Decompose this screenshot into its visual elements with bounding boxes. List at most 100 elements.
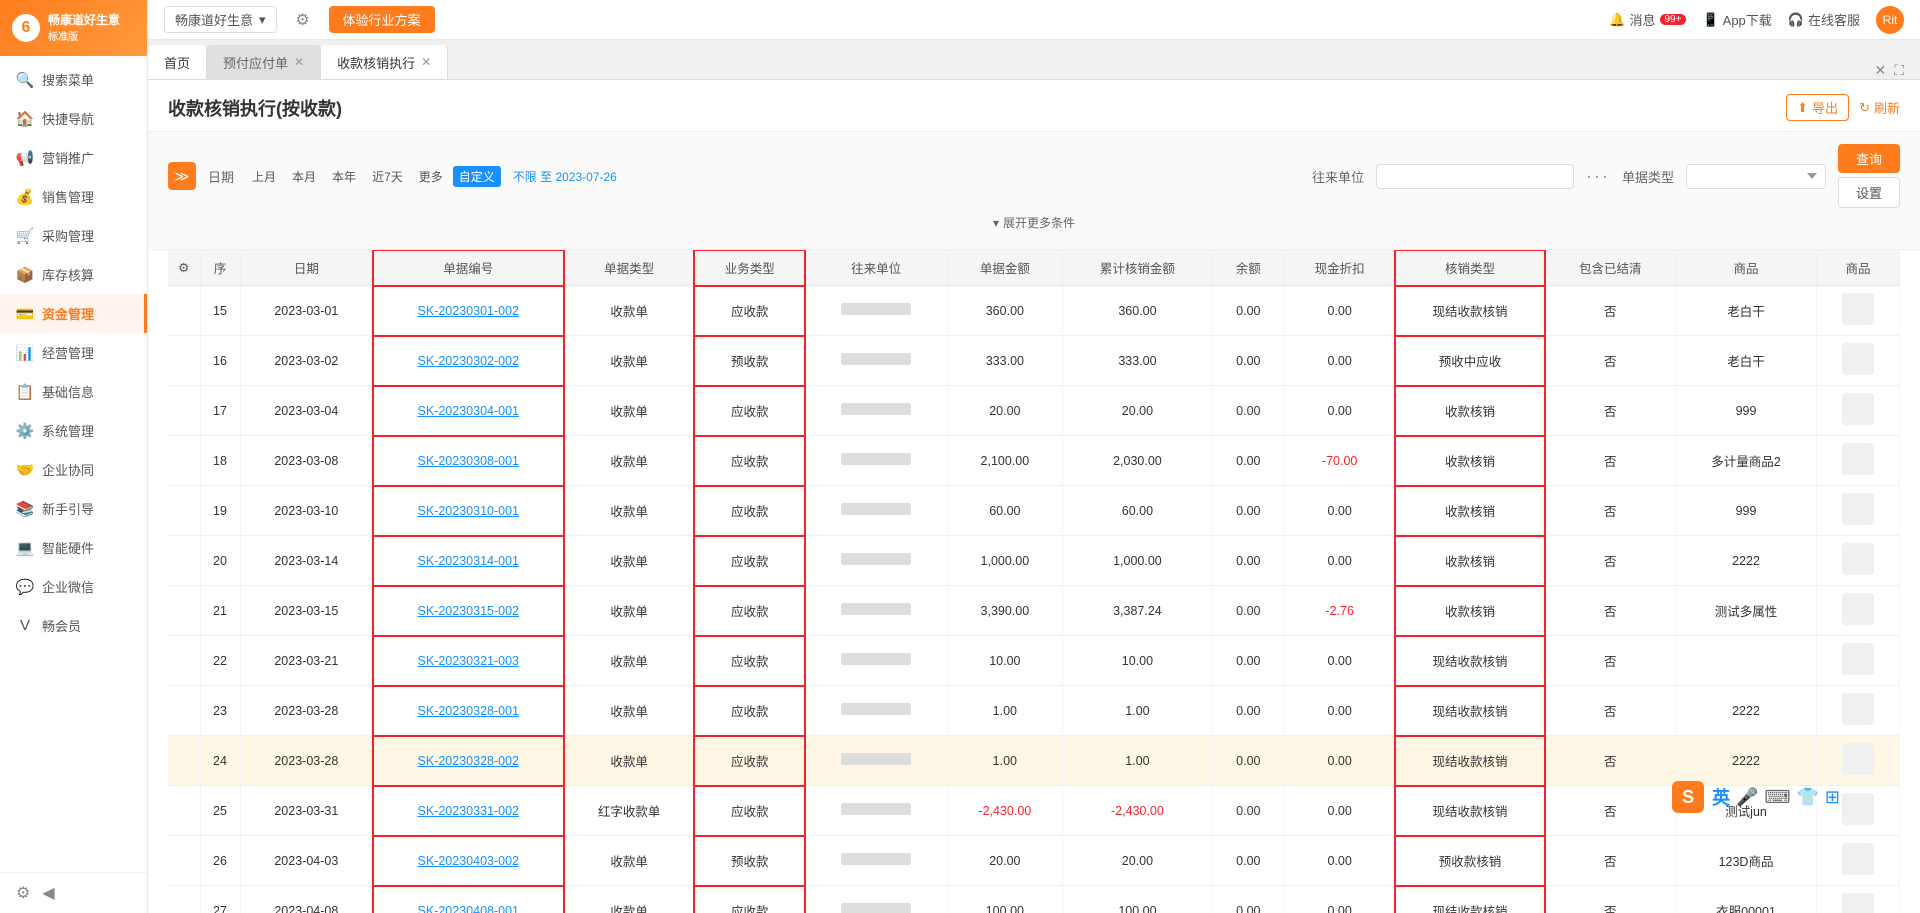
doc-type-label: 单据类型 — [1622, 167, 1674, 186]
cell-include-settled: 否 — [1545, 486, 1675, 536]
doc-no-link[interactable]: SK-20230328-001 — [418, 704, 519, 718]
doc-type-select[interactable] — [1686, 164, 1826, 189]
user-avatar[interactable]: Rit — [1876, 6, 1904, 34]
cell-date: 2023-03-14 — [240, 536, 373, 586]
sidebar-item-marketing[interactable]: 📢 营销推广 — [0, 138, 147, 177]
cell-doc-type: 红字收款单 — [564, 786, 694, 836]
cell-cash-discount: 0.00 — [1284, 286, 1395, 336]
notifications-button[interactable]: 🔔 消息 99+ — [1609, 10, 1686, 29]
date-btn-7days[interactable]: 近7天 — [366, 166, 409, 187]
cell-biz-type: 应收款 — [694, 536, 805, 586]
doc-no-link[interactable]: SK-20230304-001 — [418, 404, 519, 418]
doc-no-link[interactable]: SK-20230310-001 — [418, 504, 519, 518]
sidebar-item-member[interactable]: V 畅会员 — [0, 606, 147, 645]
date-btn-custom[interactable]: 自定义 — [453, 166, 501, 187]
table-row: 25 2023-03-31 SK-20230331-002 红字收款单 应收款 … — [168, 786, 1900, 836]
tab-collection-close[interactable]: ✕ — [421, 55, 431, 69]
sidebar-settings-btn[interactable]: ⚙ — [16, 883, 30, 903]
cell-date: 2023-04-03 — [240, 836, 373, 886]
cell-doc-no: SK-20230321-003 — [373, 636, 564, 686]
online-service-button[interactable]: 🎧 在线客服 — [1788, 10, 1860, 29]
export-button[interactable]: ⬆ 导出 — [1786, 94, 1849, 121]
query-button[interactable]: 查询 — [1838, 144, 1900, 173]
cell-cancel-type: 收款核销 — [1395, 436, 1545, 486]
expand-conditions-button[interactable]: ▾ 展开更多条件 — [993, 214, 1075, 231]
filter-settings-button[interactable]: 设置 — [1838, 177, 1900, 208]
date-btn-this-year[interactable]: 本年 — [326, 166, 362, 187]
cell-settings — [168, 486, 200, 536]
cell-include-settled: 否 — [1545, 286, 1675, 336]
sidebar-item-wechat[interactable]: 💬 企业微信 — [0, 567, 147, 606]
sidebar-item-purchase[interactable]: 🛒 采购管理 — [0, 216, 147, 255]
sidebar-item-shortcut[interactable]: 🏠 快捷导航 — [0, 99, 147, 138]
more-dots[interactable]: ··· — [1586, 166, 1610, 187]
th-total-cancel: 累计核销金额 — [1062, 250, 1212, 286]
tab-close-all-button[interactable]: ✕ — [1874, 62, 1886, 79]
doc-no-link[interactable]: SK-20230302-002 — [418, 354, 519, 368]
cell-balance: 0.00 — [1212, 536, 1284, 586]
cell-settings — [168, 686, 200, 736]
doc-no-link[interactable]: SK-20230301-002 — [418, 304, 519, 318]
wechat-icon: 💬 — [16, 578, 34, 596]
tab-prepay[interactable]: 预付应付单 ✕ — [207, 45, 321, 79]
date-btn-more[interactable]: 更多 — [413, 166, 449, 187]
app-selector[interactable]: 畅康道好生意 ▾ — [164, 6, 277, 33]
cell-biz-type: 应收款 — [694, 886, 805, 913]
cell-settings — [168, 586, 200, 636]
doc-no-link[interactable]: SK-20230315-002 — [418, 604, 519, 618]
member-icon: V — [16, 617, 34, 635]
doc-no-link[interactable]: SK-20230328-002 — [418, 754, 519, 768]
filter-toggle-button[interactable]: ≫ — [168, 162, 196, 190]
date-btn-this-month[interactable]: 本月 — [286, 166, 322, 187]
sidebar-item-hardware[interactable]: 💻 智能硬件 — [0, 528, 147, 567]
cell-partner — [805, 386, 947, 436]
date-btn-last-month[interactable]: 上月 — [246, 166, 282, 187]
doc-no-link[interactable]: SK-20230331-002 — [418, 804, 519, 818]
date-range-display: 不限 至 2023-07-26 — [513, 168, 617, 185]
sidebar-item-basic[interactable]: 📋 基础信息 — [0, 372, 147, 411]
sidebar-item-sales[interactable]: 💰 销售管理 — [0, 177, 147, 216]
tab-collection[interactable]: 收款核销执行 ✕ — [321, 45, 448, 79]
cell-num: 24 — [200, 736, 240, 786]
app-download-button[interactable]: 📱 App下载 — [1702, 10, 1771, 29]
sidebar-item-search[interactable]: 🔍 搜索菜单 — [0, 60, 147, 99]
cell-include-settled: 否 — [1545, 686, 1675, 736]
cell-product2 — [1817, 286, 1900, 336]
sidebar-item-finance[interactable]: 💳 资金管理 — [0, 294, 147, 333]
sidebar-collapse-btn[interactable]: ◀ — [42, 883, 54, 903]
cell-include-settled: 否 — [1545, 736, 1675, 786]
sidebar-item-system[interactable]: ⚙️ 系统管理 — [0, 411, 147, 450]
doc-no-link[interactable]: SK-20230314-001 — [418, 554, 519, 568]
doc-no-link[interactable]: SK-20230308-001 — [418, 454, 519, 468]
cell-amount: 10.00 — [947, 636, 1062, 686]
cell-product2 — [1817, 686, 1900, 736]
cell-total-cancel: 60.00 — [1062, 486, 1212, 536]
doc-no-link[interactable]: SK-20230403-002 — [418, 854, 519, 868]
doc-no-link[interactable]: SK-20230321-003 — [418, 654, 519, 668]
cell-product2 — [1817, 736, 1900, 786]
table-container[interactable]: ⚙ 序 日期 单据编号 单据类型 业务类型 往来单位 单据金额 累计核销金额 余… — [148, 250, 1920, 913]
tab-prepay-close[interactable]: ✕ — [294, 55, 304, 69]
cell-amount: 1.00 — [947, 736, 1062, 786]
sidebar-item-operations[interactable]: 📊 经营管理 — [0, 333, 147, 372]
industry-button[interactable]: 体验行业方案 — [329, 6, 435, 33]
cell-biz-type: 预收款 — [694, 336, 805, 386]
gear-button[interactable]: ⚙ — [289, 6, 317, 34]
th-settings[interactable]: ⚙ — [168, 250, 200, 286]
sidebar-item-inventory[interactable]: 📦 库存核算 — [0, 255, 147, 294]
cell-balance: 0.00 — [1212, 686, 1284, 736]
sidebar-item-corp[interactable]: 🤝 企业协同 — [0, 450, 147, 489]
doc-no-link[interactable]: SK-20230408-001 — [418, 904, 519, 913]
th-product: 商品 — [1675, 250, 1816, 286]
refresh-button[interactable]: ↻ 刷新 — [1859, 94, 1900, 121]
cell-amount: -2,430.00 — [947, 786, 1062, 836]
cell-biz-type: 应收款 — [694, 436, 805, 486]
bell-icon: 🔔 — [1609, 12, 1625, 28]
partner-input[interactable] — [1376, 164, 1574, 189]
tab-home[interactable]: 首页 — [148, 45, 207, 79]
tab-maximize-button[interactable]: ⛶ — [1894, 62, 1904, 79]
header-actions: 🔔 消息 99+ 📱 App下载 🎧 在线客服 Rit — [1609, 6, 1904, 34]
cell-doc-type: 收款单 — [564, 336, 694, 386]
sidebar-item-guide[interactable]: 📚 新手引导 — [0, 489, 147, 528]
cell-product: 999 — [1675, 486, 1816, 536]
